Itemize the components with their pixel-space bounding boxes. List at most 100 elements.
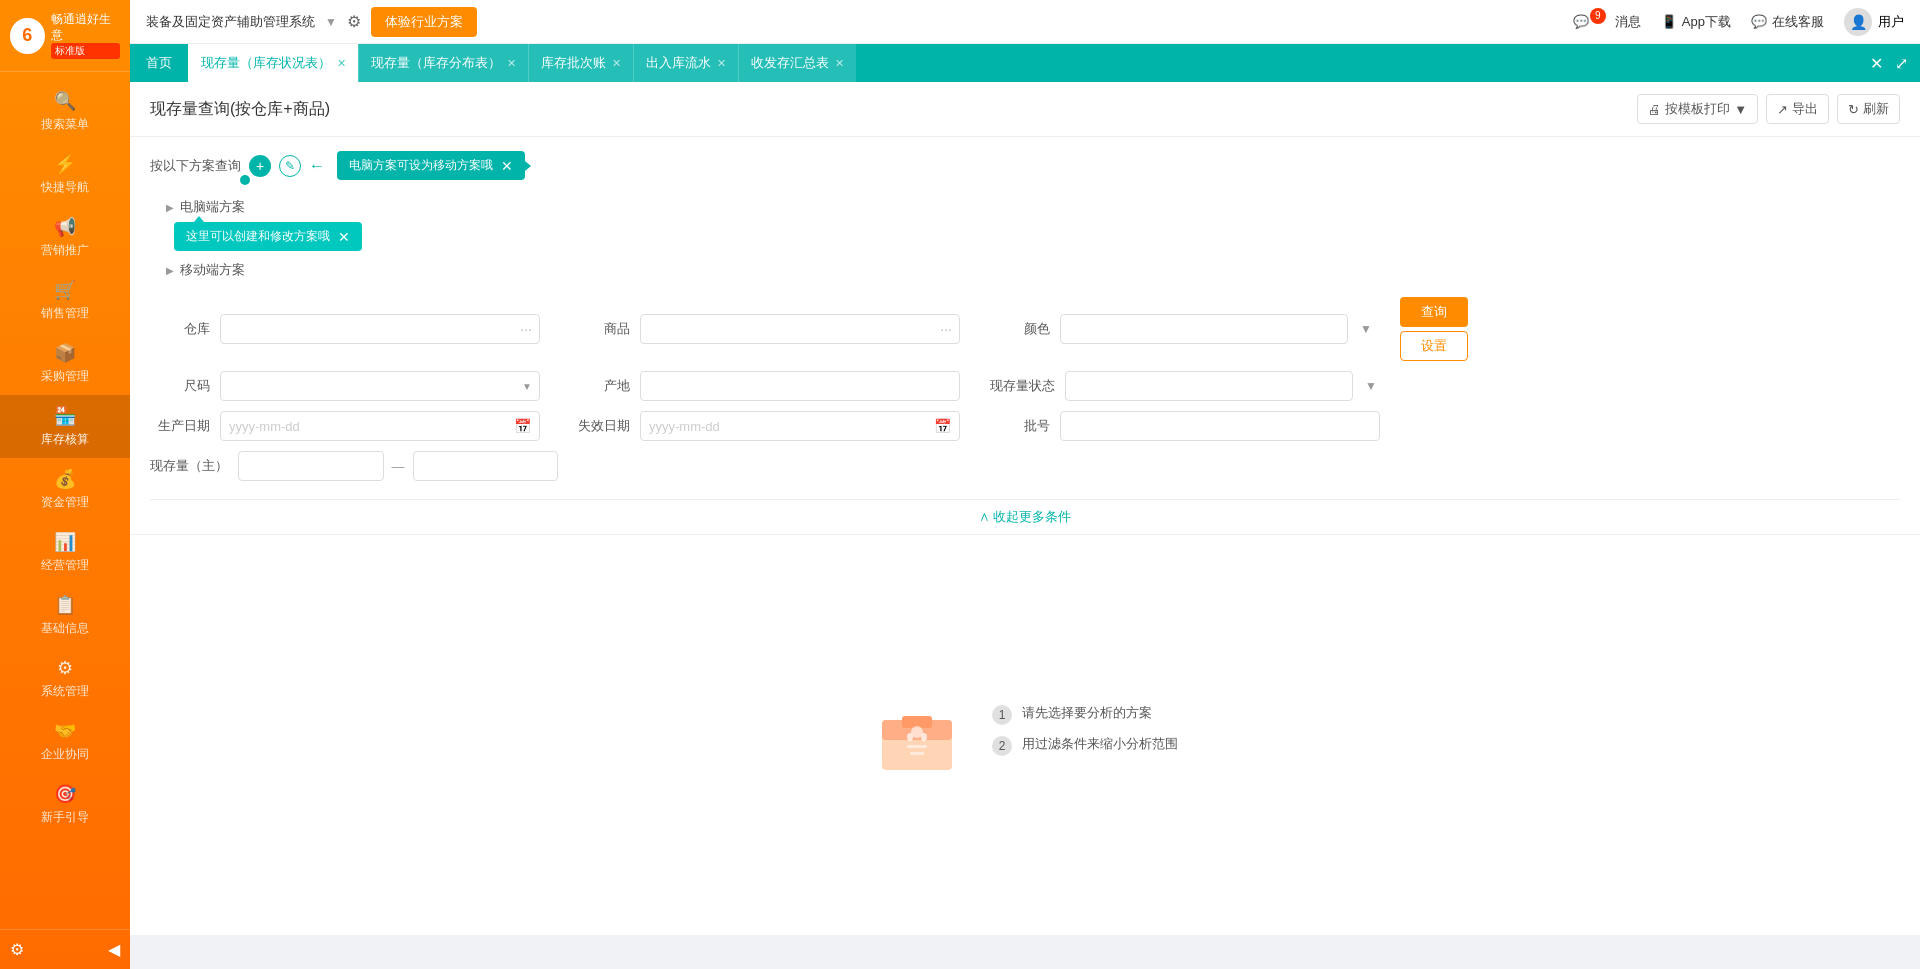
- tab-close-icon[interactable]: ✕: [612, 57, 621, 70]
- header: 装备及固定资产辅助管理系统 ▼ ⚙ 体验行业方案 💬 9 消息 📱 App下载 …: [130, 0, 1920, 44]
- refresh-button[interactable]: ↻ 刷新: [1837, 94, 1900, 124]
- filter-rows: 仓库 ··· 商品 ··· 颜色 ▼ 查询 设置: [150, 293, 1900, 495]
- edit-scenario-button[interactable]: ✎: [279, 155, 301, 177]
- stock-main-field: —: [238, 451, 558, 481]
- refresh-icon: ↻: [1848, 102, 1859, 117]
- more-options-icon[interactable]: ···: [940, 321, 952, 337]
- collapse-sidebar-icon[interactable]: ◀: [108, 940, 120, 959]
- goods-label: 商品: [570, 320, 630, 338]
- warehouse-field: ···: [220, 314, 540, 344]
- tab-close-icon[interactable]: ✕: [835, 57, 844, 70]
- sidebar-item-search[interactable]: 🔍 搜索菜单: [0, 80, 130, 143]
- stock-max-input[interactable]: [413, 451, 559, 481]
- sidebar-item-marketing[interactable]: 📢 营销推广: [0, 206, 130, 269]
- add-scenario-button[interactable]: +: [249, 155, 271, 177]
- exp-date-calendar-icon: 📅: [934, 418, 951, 434]
- sys-select-arrow[interactable]: ▼: [325, 15, 337, 29]
- tab-collect[interactable]: 收发存汇总表 ✕: [738, 44, 856, 82]
- empty-state: 1 请先选择要分析的方案 2 用过滤条件来缩小分析范围: [852, 630, 1198, 840]
- template-print-button[interactable]: 🖨 按模板打印 ▼: [1637, 94, 1758, 124]
- sidebar-item-enterprise[interactable]: 🤝 企业协同: [0, 710, 130, 773]
- tab-home[interactable]: 首页: [130, 44, 188, 82]
- logo-text: 畅通逍好生意 标准版: [51, 12, 120, 59]
- origin-field: [640, 371, 960, 401]
- color-dropdown-icon[interactable]: ▼: [1360, 322, 1372, 336]
- sidebar-item-operations[interactable]: 📊 经营管理: [0, 521, 130, 584]
- page-title: 现存量查询(按仓库+商品): [150, 99, 330, 120]
- stock-status-label: 现存量状态: [990, 377, 1055, 395]
- header-gear-icon[interactable]: ⚙: [347, 12, 361, 31]
- sidebar-item-guide[interactable]: 🎯 新手引导: [0, 773, 130, 836]
- close-tab-icon[interactable]: ✕: [1866, 50, 1887, 77]
- sidebar-item-sales[interactable]: 🛒 销售管理: [0, 269, 130, 332]
- tab-label: 现存量（库存状况表）: [201, 54, 331, 72]
- scenario-tooltip: 电脑方案可设为移动方案哦 ✕: [337, 151, 525, 180]
- warehouse-input[interactable]: [220, 314, 540, 344]
- empty-state-svg: [872, 690, 962, 780]
- sidebar-item-finance[interactable]: 💰 资金管理: [0, 458, 130, 521]
- user-menu[interactable]: 👤 用户: [1844, 8, 1904, 36]
- scenario-item-mobile[interactable]: ▶ 移动端方案: [158, 255, 1900, 285]
- export-icon: ↗: [1777, 102, 1788, 117]
- app-download-group[interactable]: 📱 App下载: [1661, 13, 1731, 31]
- page-actions: 🖨 按模板打印 ▼ ↗ 导出 ↻ 刷新: [1637, 94, 1900, 124]
- sidebar-item-label: 基础信息: [41, 620, 89, 637]
- goods-field: ···: [640, 314, 960, 344]
- header-right: 💬 9 消息 📱 App下载 💬 在线客服 👤 用户: [1573, 8, 1904, 36]
- support-group[interactable]: 💬 在线客服: [1751, 13, 1824, 31]
- app-label: App下载: [1682, 13, 1731, 31]
- tab-batch[interactable]: 库存批次账 ✕: [528, 44, 633, 82]
- sys-name: 装备及固定资产辅助管理系统: [146, 13, 315, 31]
- sidebar-item-quick-nav[interactable]: ⚡ 快捷导航: [0, 143, 130, 206]
- origin-label: 产地: [570, 377, 630, 395]
- filter-row-1: 仓库 ··· 商品 ··· 颜色 ▼ 查询 设置: [150, 297, 1900, 361]
- support-label: 在线客服: [1772, 13, 1824, 31]
- stock-status-select[interactable]: [1065, 371, 1353, 401]
- exp-date-field[interactable]: yyyy-mm-dd 📅: [640, 411, 960, 441]
- svg-point-7: [921, 733, 927, 741]
- more-options-icon[interactable]: ···: [520, 321, 532, 337]
- search-icon: 🔍: [54, 90, 76, 112]
- color-input[interactable]: [1060, 314, 1348, 344]
- app-icon: 📱: [1661, 14, 1677, 29]
- user-label: 用户: [1878, 13, 1904, 31]
- scenario-tooltip-text: 电脑方案可设为移动方案哦: [349, 157, 493, 174]
- sidebar-item-purchase[interactable]: 📦 采购管理: [0, 332, 130, 395]
- inventory-icon: 🏪: [54, 405, 76, 427]
- stock-min-input[interactable]: [238, 451, 384, 481]
- sidebar-item-basic[interactable]: 📋 基础信息: [0, 584, 130, 647]
- stock-status-field: ▼: [1065, 371, 1385, 401]
- goods-input[interactable]: [640, 314, 960, 344]
- tab-close-icon[interactable]: ✕: [717, 57, 726, 70]
- empty-steps: 1 请先选择要分析的方案 2 用过滤条件来缩小分析范围: [992, 704, 1178, 766]
- collapse-filter-button[interactable]: ∧ 收起更多条件: [150, 499, 1900, 534]
- message-group[interactable]: 💬 9 消息: [1573, 13, 1641, 31]
- edit-tooltip-close[interactable]: ✕: [338, 229, 350, 245]
- step-text-1: 请先选择要分析的方案: [1022, 704, 1152, 722]
- stock-status-dropdown-icon: ▼: [1365, 379, 1377, 393]
- expand-icon[interactable]: ⤢: [1891, 50, 1912, 77]
- expand-arrow-icon: ▶: [166, 202, 174, 213]
- query-button[interactable]: 查询: [1400, 297, 1468, 327]
- scenario-tooltip-close[interactable]: ✕: [501, 158, 513, 174]
- sidebar-item-inventory[interactable]: 🏪 库存核算: [0, 395, 130, 458]
- data-area: 1 请先选择要分析的方案 2 用过滤条件来缩小分析范围: [130, 535, 1920, 935]
- export-button[interactable]: ↗ 导出: [1766, 94, 1829, 124]
- sidebar-item-system[interactable]: ⚙ 系统管理: [0, 647, 130, 710]
- origin-select[interactable]: [640, 371, 960, 401]
- reset-button[interactable]: 设置: [1400, 331, 1468, 361]
- back-arrow-button[interactable]: ←: [309, 157, 325, 175]
- settings-icon[interactable]: ⚙: [10, 940, 24, 959]
- marketing-icon: 📢: [54, 216, 76, 238]
- tab-inventory-status[interactable]: 现存量（库存状况表） ✕: [188, 44, 358, 82]
- tab-close-icon[interactable]: ✕: [507, 57, 516, 70]
- tab-close-icon[interactable]: ✕: [337, 57, 346, 70]
- scenario-item-desktop[interactable]: ▶ 电脑端方案: [158, 192, 1900, 222]
- tab-inout[interactable]: 出入库流水 ✕: [633, 44, 738, 82]
- size-select[interactable]: [220, 371, 540, 401]
- sidebar-item-label: 经营管理: [41, 557, 89, 574]
- tab-inventory-dist[interactable]: 现存量（库存分布表） ✕: [358, 44, 528, 82]
- trial-button[interactable]: 体验行业方案: [371, 7, 477, 37]
- batch-input[interactable]: [1060, 411, 1380, 441]
- mfg-date-field[interactable]: yyyy-mm-dd 📅: [220, 411, 540, 441]
